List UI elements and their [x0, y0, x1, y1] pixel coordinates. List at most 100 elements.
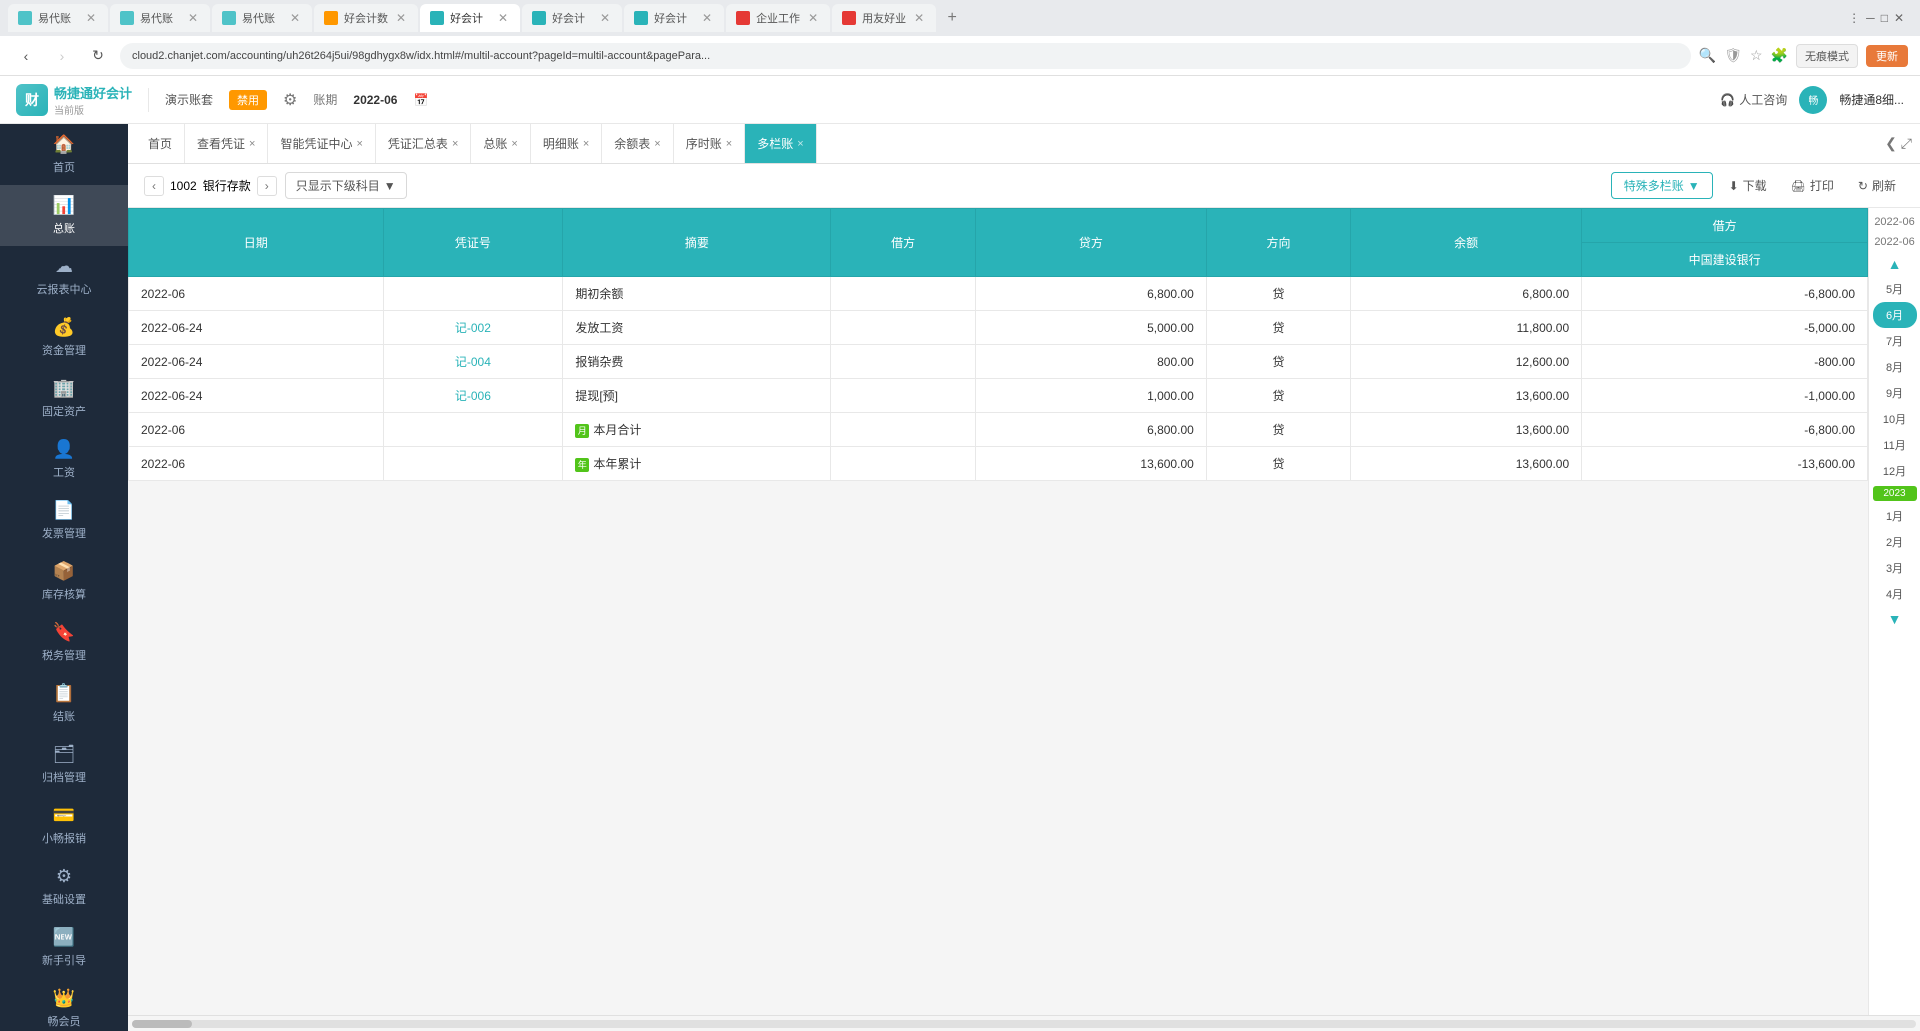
- tab-general-ledger-close[interactable]: ×: [511, 138, 517, 150]
- tab-smart-voucher[interactable]: 智能凭证中心 ×: [268, 124, 375, 164]
- tab-smart-voucher-close[interactable]: ×: [356, 138, 362, 150]
- month-apr[interactable]: 4月: [1873, 581, 1917, 607]
- month-jul[interactable]: 7月: [1873, 328, 1917, 354]
- close-window-icon[interactable]: ✕: [1894, 11, 1904, 25]
- tab-close-3[interactable]: ✕: [288, 11, 302, 25]
- year-2023-badge[interactable]: 2023: [1873, 486, 1917, 501]
- sidebar-item-fund[interactable]: 💰 资金管理: [0, 307, 128, 368]
- tab-list-icon[interactable]: ⋮: [1848, 11, 1860, 25]
- filter-dropdown[interactable]: 只显示下级科目 ▼: [285, 172, 407, 199]
- forward-button[interactable]: ›: [48, 42, 76, 70]
- voucher-link-006[interactable]: 记-006: [455, 389, 491, 403]
- tab-journal-close[interactable]: ×: [726, 138, 732, 150]
- tab-close-5[interactable]: ✕: [496, 11, 510, 25]
- voucher-link-004[interactable]: 记-004: [455, 355, 491, 369]
- sidebar-item-expense[interactable]: 💳 小畅报销: [0, 795, 128, 856]
- browser-tab-5[interactable]: 好会计 ✕: [420, 4, 520, 32]
- browser-tab-9[interactable]: 用友好业 ✕: [832, 4, 936, 32]
- tab-close-8[interactable]: ✕: [806, 11, 820, 25]
- sidebar-item-settings[interactable]: ⚙ 基础设置: [0, 856, 128, 917]
- sidebar-item-archive[interactable]: 🗂 归档管理: [0, 734, 128, 795]
- sidebar-item-guide[interactable]: 🆕 新手引导: [0, 917, 128, 978]
- month-may[interactable]: 5月: [1873, 276, 1917, 302]
- tab-voucher-summary-close[interactable]: ×: [452, 138, 458, 150]
- tab-multi-col-close[interactable]: ×: [797, 138, 803, 150]
- tab-balance[interactable]: 余额表 ×: [602, 124, 673, 164]
- tab-journal[interactable]: 序时账 ×: [674, 124, 745, 164]
- browser-tab-7[interactable]: 好会计 ✕: [624, 4, 724, 32]
- calendar-icon[interactable]: 📅: [413, 93, 428, 107]
- month-sep[interactable]: 9月: [1873, 380, 1917, 406]
- month-mar[interactable]: 3月: [1873, 555, 1917, 581]
- tab-detail-ledger-close[interactable]: ×: [583, 138, 589, 150]
- sidebar-item-member[interactable]: 👑 畅会员: [0, 978, 128, 1031]
- sidebar-item-tax[interactable]: 🔖 税务管理: [0, 612, 128, 673]
- maximize-icon[interactable]: □: [1881, 11, 1888, 25]
- tab-view-voucher[interactable]: 查看凭证 ×: [185, 124, 268, 164]
- tab-balance-close[interactable]: ×: [654, 138, 660, 150]
- tab-close-4[interactable]: ✕: [394, 11, 408, 25]
- horizontal-scrollbar[interactable]: [128, 1015, 1920, 1031]
- tab-close-7[interactable]: ✕: [700, 11, 714, 25]
- incognito-button[interactable]: 无痕模式: [1796, 44, 1858, 68]
- sidebar-item-report[interactable]: ☁ 云报表中心: [0, 246, 128, 307]
- demo-badge[interactable]: 禁用: [229, 90, 267, 110]
- browser-tab-1[interactable]: 易代账 ✕: [8, 4, 108, 32]
- tab-close-9[interactable]: ✕: [912, 11, 926, 25]
- back-button[interactable]: ‹: [12, 42, 40, 70]
- browser-tab-2[interactable]: 易代账 ✕: [110, 4, 210, 32]
- refresh-button[interactable]: ↻ 刷新: [1850, 173, 1904, 198]
- tab-close-6[interactable]: ✕: [598, 11, 612, 25]
- multi-col-button[interactable]: 特殊多栏账 ▼: [1611, 172, 1713, 199]
- month-nov[interactable]: 11月: [1873, 432, 1917, 458]
- browser-tab-3[interactable]: 易代账 ✕: [212, 4, 312, 32]
- tab-close-2[interactable]: ✕: [186, 11, 200, 25]
- row4-voucher[interactable]: 记-006: [383, 379, 563, 413]
- sidebar-item-invoice[interactable]: 📄 发票管理: [0, 490, 128, 551]
- scroll-down-button[interactable]: ▼: [1884, 607, 1906, 631]
- tab-home[interactable]: 首页: [136, 124, 185, 164]
- settings-icon[interactable]: ⚙: [283, 90, 297, 110]
- sidebar-item-close[interactable]: 📋 结账: [0, 673, 128, 734]
- scroll-thumb[interactable]: [132, 1020, 192, 1028]
- sidebar-item-home[interactable]: 🏠 首页: [0, 124, 128, 185]
- tab-voucher-summary[interactable]: 凭证汇总表 ×: [376, 124, 471, 164]
- month-aug[interactable]: 8月: [1873, 354, 1917, 380]
- prev-account-button[interactable]: ‹: [144, 176, 164, 196]
- tab-close-1[interactable]: ✕: [84, 11, 98, 25]
- download-button[interactable]: ⬇ 下载: [1721, 173, 1775, 198]
- month-jan[interactable]: 1月: [1873, 503, 1917, 529]
- tab-detail-ledger[interactable]: 明细账 ×: [531, 124, 602, 164]
- scroll-up-button[interactable]: ▲: [1884, 252, 1906, 276]
- extensions-icon[interactable]: 🧩: [1771, 47, 1788, 64]
- tab-multi-col[interactable]: 多栏账 ×: [745, 124, 816, 164]
- search-icon[interactable]: 🔍: [1699, 47, 1716, 64]
- month-jun[interactable]: 6月: [1873, 302, 1917, 328]
- minimize-icon[interactable]: ─: [1866, 11, 1875, 25]
- expand-icon[interactable]: ⤢: [1901, 135, 1912, 152]
- print-button[interactable]: 🖨 打印: [1783, 173, 1842, 198]
- browser-tab-4[interactable]: 好会计数 ✕: [314, 4, 418, 32]
- sidebar-item-inventory[interactable]: 📦 库存核算: [0, 551, 128, 612]
- browser-tab-6[interactable]: 好会计 ✕: [522, 4, 622, 32]
- voucher-link-002[interactable]: 记-002: [455, 321, 491, 335]
- sidebar-item-ledger[interactable]: 📊 总账: [0, 185, 128, 246]
- tab-general-ledger[interactable]: 总账 ×: [471, 124, 530, 164]
- row3-voucher[interactable]: 记-004: [383, 345, 563, 379]
- star-icon[interactable]: ☆: [1750, 47, 1763, 64]
- month-feb[interactable]: 2月: [1873, 529, 1917, 555]
- browser-tab-8[interactable]: 企业工作 ✕: [726, 4, 830, 32]
- month-oct[interactable]: 10月: [1873, 406, 1917, 432]
- collapse-icon[interactable]: ❮: [1885, 135, 1897, 152]
- month-dec[interactable]: 12月: [1873, 458, 1917, 484]
- next-account-button[interactable]: ›: [257, 176, 277, 196]
- refresh-browser-button[interactable]: ↻: [84, 42, 112, 70]
- sidebar-item-asset[interactable]: 🏢 固定资产: [0, 368, 128, 429]
- new-tab-button[interactable]: +: [938, 4, 966, 32]
- consult-button[interactable]: 🎧 人工咨询: [1720, 91, 1787, 108]
- tab-view-voucher-close[interactable]: ×: [249, 138, 255, 150]
- update-button[interactable]: 更新: [1866, 45, 1908, 67]
- row2-voucher[interactable]: 记-002: [383, 311, 563, 345]
- url-bar[interactable]: cloud2.chanjet.com/accounting/uh26t264j5…: [120, 43, 1691, 69]
- sidebar-item-salary[interactable]: 👤 工资: [0, 429, 128, 490]
